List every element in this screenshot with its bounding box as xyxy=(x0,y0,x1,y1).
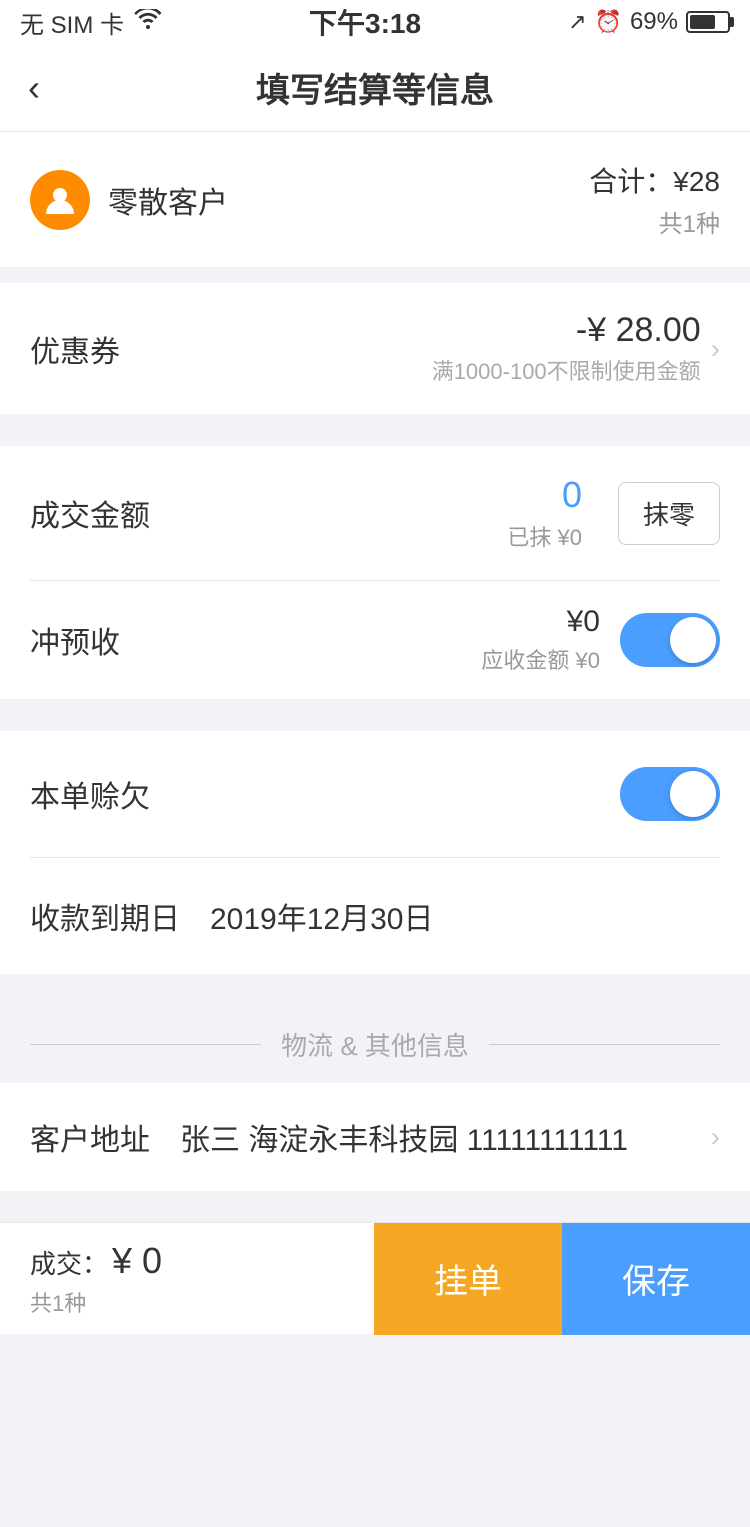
coupon-label: 优惠券 xyxy=(30,327,120,371)
prereceive-amount: ¥0 应收金额 ¥0 xyxy=(481,605,600,675)
debit-toggle[interactable] xyxy=(620,767,720,821)
page-title: 填写结算等信息 xyxy=(256,63,494,112)
section-gap-1 xyxy=(0,430,750,446)
address-card: 客户地址 张三 海淀永丰科技园 11111111111 › xyxy=(0,1083,750,1191)
coupon-info: -¥ 28.00 满1000-100不限制使用金额 xyxy=(432,311,701,386)
coupon-desc: 满1000-100不限制使用金额 xyxy=(432,354,701,386)
status-bar: 无 SIM 卡 下午3:18 ↗ ⏰ 69% xyxy=(0,0,750,44)
debit-row: 本单赊欠 xyxy=(0,731,750,857)
address-left: 客户地址 张三 海淀永丰科技园 11111111111 xyxy=(30,1115,681,1159)
hold-button[interactable]: 挂单 xyxy=(374,1223,562,1335)
bottom-bar: 成交： ¥ 0 共1种 挂单 保存 xyxy=(0,1222,750,1334)
bottom-total-line: 成交： ¥ 0 xyxy=(30,1240,344,1282)
coupon-amount: -¥ 28.00 xyxy=(432,311,701,350)
carrier-text: 无 SIM 卡 xyxy=(20,5,124,40)
prereceive-sub-amount: 应收金额 ¥0 xyxy=(481,643,600,675)
deal-amount-row: 成交金额 0 已抹 ¥0 抹零 xyxy=(0,446,750,580)
coupon-right: -¥ 28.00 满1000-100不限制使用金额 › xyxy=(432,311,720,386)
logistics-line-left xyxy=(30,1044,261,1045)
customer-right: 合计：¥28 共1种 xyxy=(589,160,720,239)
address-label: 客户地址 xyxy=(30,1115,150,1159)
wifi-icon xyxy=(134,8,162,36)
due-date-label: 收款到期日 xyxy=(30,894,180,938)
coupon-row[interactable]: 优惠券 -¥ 28.00 满1000-100不限制使用金额 › xyxy=(0,283,750,414)
deal-amount-label: 成交金额 xyxy=(30,491,150,535)
debit-card: 本单赊欠 收款到期日 2019年12月30日 xyxy=(0,731,750,974)
status-time: 下午3:18 xyxy=(309,2,421,42)
round-zero-button[interactable]: 抹零 xyxy=(618,482,720,545)
customer-left: 零散客户 xyxy=(30,170,228,230)
nav-bar: ‹ 填写结算等信息 xyxy=(0,44,750,132)
prereceive-right: ¥0 应收金额 ¥0 xyxy=(481,605,720,675)
logistics-line-right xyxy=(489,1044,720,1045)
location-icon: ↗ xyxy=(568,9,586,35)
prereceive-main-amount: ¥0 xyxy=(481,605,600,639)
debit-label: 本单赊欠 xyxy=(30,772,150,816)
bottom-total-amount: ¥ 0 xyxy=(112,1240,162,1282)
bottom-summary: 成交： ¥ 0 共1种 xyxy=(0,1240,374,1318)
deal-amount-right: 0 已抹 ¥0 抹零 xyxy=(507,474,720,552)
customer-row: 零散客户 合计：¥28 共1种 xyxy=(0,132,750,267)
status-right: ↗ ⏰ 69% xyxy=(568,8,730,36)
address-chevron-icon: › xyxy=(711,1121,720,1153)
prereceive-label: 冲预收 xyxy=(30,618,120,662)
logistics-title: 物流 & 其他信息 xyxy=(281,1026,469,1063)
save-button[interactable]: 保存 xyxy=(562,1223,750,1335)
coupon-card: 优惠券 -¥ 28.00 满1000-100不限制使用金额 › xyxy=(0,283,750,414)
section-gap-3 xyxy=(0,990,750,1006)
prereceive-toggle[interactable] xyxy=(620,613,720,667)
address-value: 张三 海淀永丰科技园 11111111111 xyxy=(180,1115,681,1159)
deal-amount-sub: 已抹 ¥0 xyxy=(507,520,582,552)
customer-name: 零散客户 xyxy=(108,178,228,222)
deal-amount-value: 0 xyxy=(507,474,582,516)
battery-percent: 69% xyxy=(630,8,678,36)
deal-amount-card: 成交金额 0 已抹 ¥0 抹零 冲预收 ¥0 应收金额 ¥0 xyxy=(0,446,750,699)
section-gap-2 xyxy=(0,715,750,731)
customer-card: 零散客户 合计：¥28 共1种 xyxy=(0,132,750,267)
logistics-header: 物流 & 其他信息 xyxy=(0,1006,750,1083)
customer-avatar xyxy=(30,170,90,230)
alarm-icon: ⏰ xyxy=(595,9,622,35)
total-amount: 合计：¥28 xyxy=(589,160,720,200)
due-date-value: 2019年12月30日 xyxy=(210,894,433,938)
bottom-count: 共1种 xyxy=(30,1286,344,1318)
deal-amount-value-area: 0 已抹 ¥0 xyxy=(507,474,582,552)
address-row[interactable]: 客户地址 张三 海淀永丰科技园 11111111111 › xyxy=(0,1083,750,1191)
prereceive-row: 冲预收 ¥0 应收金额 ¥0 xyxy=(0,581,750,699)
status-left: 无 SIM 卡 xyxy=(20,5,162,40)
due-date-row: 收款到期日 2019年12月30日 xyxy=(0,858,750,974)
bottom-total-label: 成交： xyxy=(30,1244,108,1281)
battery-icon xyxy=(686,11,730,33)
coupon-chevron-icon: › xyxy=(711,333,720,365)
battery-fill xyxy=(690,15,715,29)
total-count: 共1种 xyxy=(589,204,720,239)
back-button[interactable]: ‹ xyxy=(28,67,40,109)
